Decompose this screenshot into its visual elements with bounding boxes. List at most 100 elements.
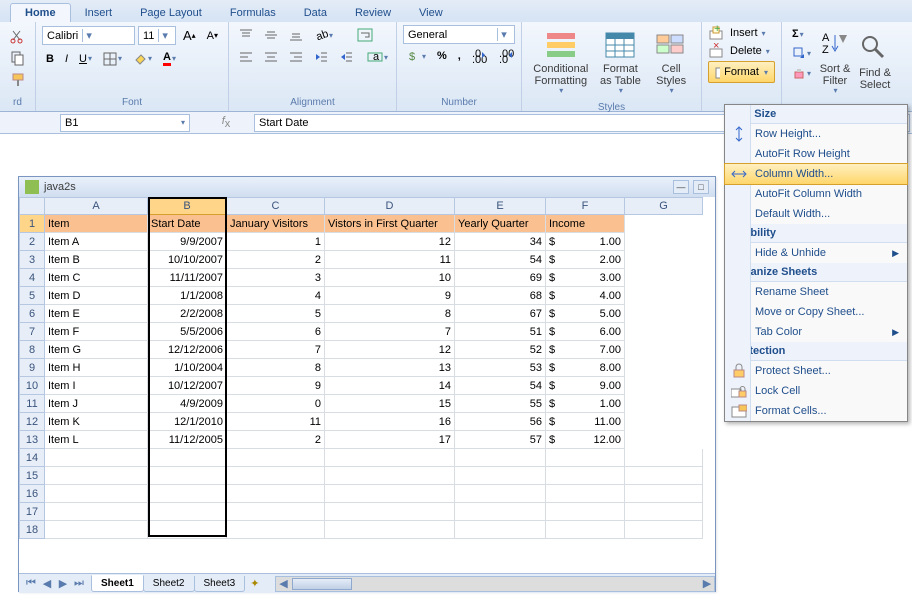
cell-C7[interactable]: 6 xyxy=(227,323,325,341)
ribbon-tab-home[interactable]: Home xyxy=(10,3,71,22)
align-right-button[interactable] xyxy=(285,47,307,67)
cell-D17[interactable] xyxy=(325,503,455,521)
cell-E1[interactable]: Yearly Quarter xyxy=(455,215,546,233)
menu-protect-sheet[interactable]: Protect Sheet... xyxy=(725,361,907,381)
cell-B14[interactable] xyxy=(148,449,227,467)
cell-A15[interactable] xyxy=(45,467,148,485)
align-bottom-button[interactable] xyxy=(285,25,307,45)
cell-B16[interactable] xyxy=(148,485,227,503)
row-header-16[interactable]: 16 xyxy=(19,485,45,503)
menu-row-height[interactable]: Row Height... xyxy=(725,124,907,144)
sheet-nav-last[interactable]: ⏭ xyxy=(71,576,87,592)
decrease-indent-button[interactable] xyxy=(310,47,332,67)
cell-E14[interactable] xyxy=(455,449,546,467)
cell-A6[interactable]: Item E xyxy=(45,305,148,323)
sheet-tab-3[interactable]: Sheet3 xyxy=(194,576,246,592)
row-header-17[interactable]: 17 xyxy=(19,503,45,521)
row-header-9[interactable]: 9 xyxy=(19,359,45,377)
cell-F7[interactable]: $6.00 xyxy=(546,323,625,341)
column-header-G[interactable]: G xyxy=(625,197,703,215)
sheet-tab-1[interactable]: Sheet1 xyxy=(91,575,144,592)
cell-E15[interactable] xyxy=(455,467,546,485)
row-header-7[interactable]: 7 xyxy=(19,323,45,341)
cell-A11[interactable]: Item J xyxy=(45,395,148,413)
cell-A12[interactable]: Item K xyxy=(45,413,148,431)
copy-button[interactable] xyxy=(6,47,30,69)
cell-C9[interactable]: 8 xyxy=(227,359,325,377)
cell-E13[interactable]: 57 xyxy=(455,431,546,449)
cell-A1[interactable]: Item xyxy=(45,215,148,233)
increase-indent-button[interactable] xyxy=(335,47,357,67)
font-size-combo[interactable]: 11▾ xyxy=(138,26,176,45)
row-header-10[interactable]: 10 xyxy=(19,377,45,395)
cell-C3[interactable]: 2 xyxy=(227,251,325,269)
cell-A3[interactable]: Item B xyxy=(45,251,148,269)
cell-F12[interactable]: $11.00 xyxy=(546,413,625,431)
menu-default-width[interactable]: Default Width... xyxy=(725,204,907,224)
cell-E16[interactable] xyxy=(455,485,546,503)
shrink-font-button[interactable]: A▾ xyxy=(203,27,222,45)
fill-color-button[interactable]: ▾ xyxy=(129,49,156,69)
cell-A2[interactable]: Item A xyxy=(45,233,148,251)
cell-D6[interactable]: 8 xyxy=(325,305,455,323)
autosum-button[interactable]: Σ▾ xyxy=(788,25,808,43)
cell-B7[interactable]: 5/5/2006 xyxy=(148,323,227,341)
cell-G16[interactable] xyxy=(625,485,703,503)
sheet-tab-2[interactable]: Sheet2 xyxy=(143,576,195,592)
cell-C14[interactable] xyxy=(227,449,325,467)
row-header-6[interactable]: 6 xyxy=(19,305,45,323)
cell-A9[interactable]: Item H xyxy=(45,359,148,377)
sort-filter-button[interactable]: AZ Sort & Filter▾ xyxy=(815,25,855,100)
cell-C15[interactable] xyxy=(227,467,325,485)
menu-format-cells[interactable]: Format Cells... xyxy=(725,401,907,421)
cell-D16[interactable] xyxy=(325,485,455,503)
cell-B2[interactable]: 9/9/2007 xyxy=(148,233,227,251)
fill-button[interactable]: ▾ xyxy=(788,43,815,63)
cell-B9[interactable]: 1/10/2004 xyxy=(148,359,227,377)
cell-C13[interactable]: 2 xyxy=(227,431,325,449)
delete-cells-button[interactable]: ×Delete▾ xyxy=(708,43,775,59)
cell-F5[interactable]: $4.00 xyxy=(546,287,625,305)
cell-E10[interactable]: 54 xyxy=(455,377,546,395)
cell-E12[interactable]: 56 xyxy=(455,413,546,431)
column-header-A[interactable]: A xyxy=(45,197,148,215)
cell-B5[interactable]: 1/1/2008 xyxy=(148,287,227,305)
cell-D13[interactable]: 17 xyxy=(325,431,455,449)
row-header-1[interactable]: 1 xyxy=(19,215,45,233)
format-painter-button[interactable] xyxy=(6,69,30,91)
cell-E7[interactable]: 51 xyxy=(455,323,546,341)
percent-button[interactable]: % xyxy=(433,47,451,65)
cell-B12[interactable]: 12/1/2010 xyxy=(148,413,227,431)
menu-column-width[interactable]: Column Width... xyxy=(724,163,908,185)
cell-C18[interactable] xyxy=(227,521,325,539)
row-header-13[interactable]: 13 xyxy=(19,431,45,449)
cell-D5[interactable]: 9 xyxy=(325,287,455,305)
cell-E9[interactable]: 53 xyxy=(455,359,546,377)
cell-B4[interactable]: 11/11/2007 xyxy=(148,269,227,287)
cell-B15[interactable] xyxy=(148,467,227,485)
cell-B8[interactable]: 12/12/2006 xyxy=(148,341,227,359)
name-box[interactable]: B1▾ xyxy=(60,114,190,132)
cell-F2[interactable]: $1.00 xyxy=(546,233,625,251)
align-middle-button[interactable] xyxy=(260,25,282,45)
cell-E4[interactable]: 69 xyxy=(455,269,546,287)
comma-button[interactable]: , xyxy=(454,47,465,65)
column-header-B[interactable]: B xyxy=(148,197,227,215)
font-color-button[interactable]: A▾ xyxy=(159,48,180,69)
row-header-18[interactable]: 18 xyxy=(19,521,45,539)
cell-B1[interactable]: Start Date xyxy=(148,215,227,233)
row-header-14[interactable]: 14 xyxy=(19,449,45,467)
cell-D3[interactable]: 11 xyxy=(325,251,455,269)
orientation-button[interactable]: ab▾ xyxy=(310,25,337,45)
cell-F15[interactable] xyxy=(546,467,625,485)
cell-A16[interactable] xyxy=(45,485,148,503)
conditional-formatting-button[interactable]: Conditional Formatting ▾ xyxy=(528,25,594,100)
format-cells-button[interactable]: Format▾ xyxy=(708,61,775,83)
column-header-F[interactable]: F xyxy=(546,197,625,215)
cell-D4[interactable]: 10 xyxy=(325,269,455,287)
format-as-table-button[interactable]: Format as Table ▾ xyxy=(594,25,648,100)
cell-E8[interactable]: 52 xyxy=(455,341,546,359)
cell-F17[interactable] xyxy=(546,503,625,521)
hscroll-thumb[interactable] xyxy=(292,578,352,590)
cell-E5[interactable]: 68 xyxy=(455,287,546,305)
